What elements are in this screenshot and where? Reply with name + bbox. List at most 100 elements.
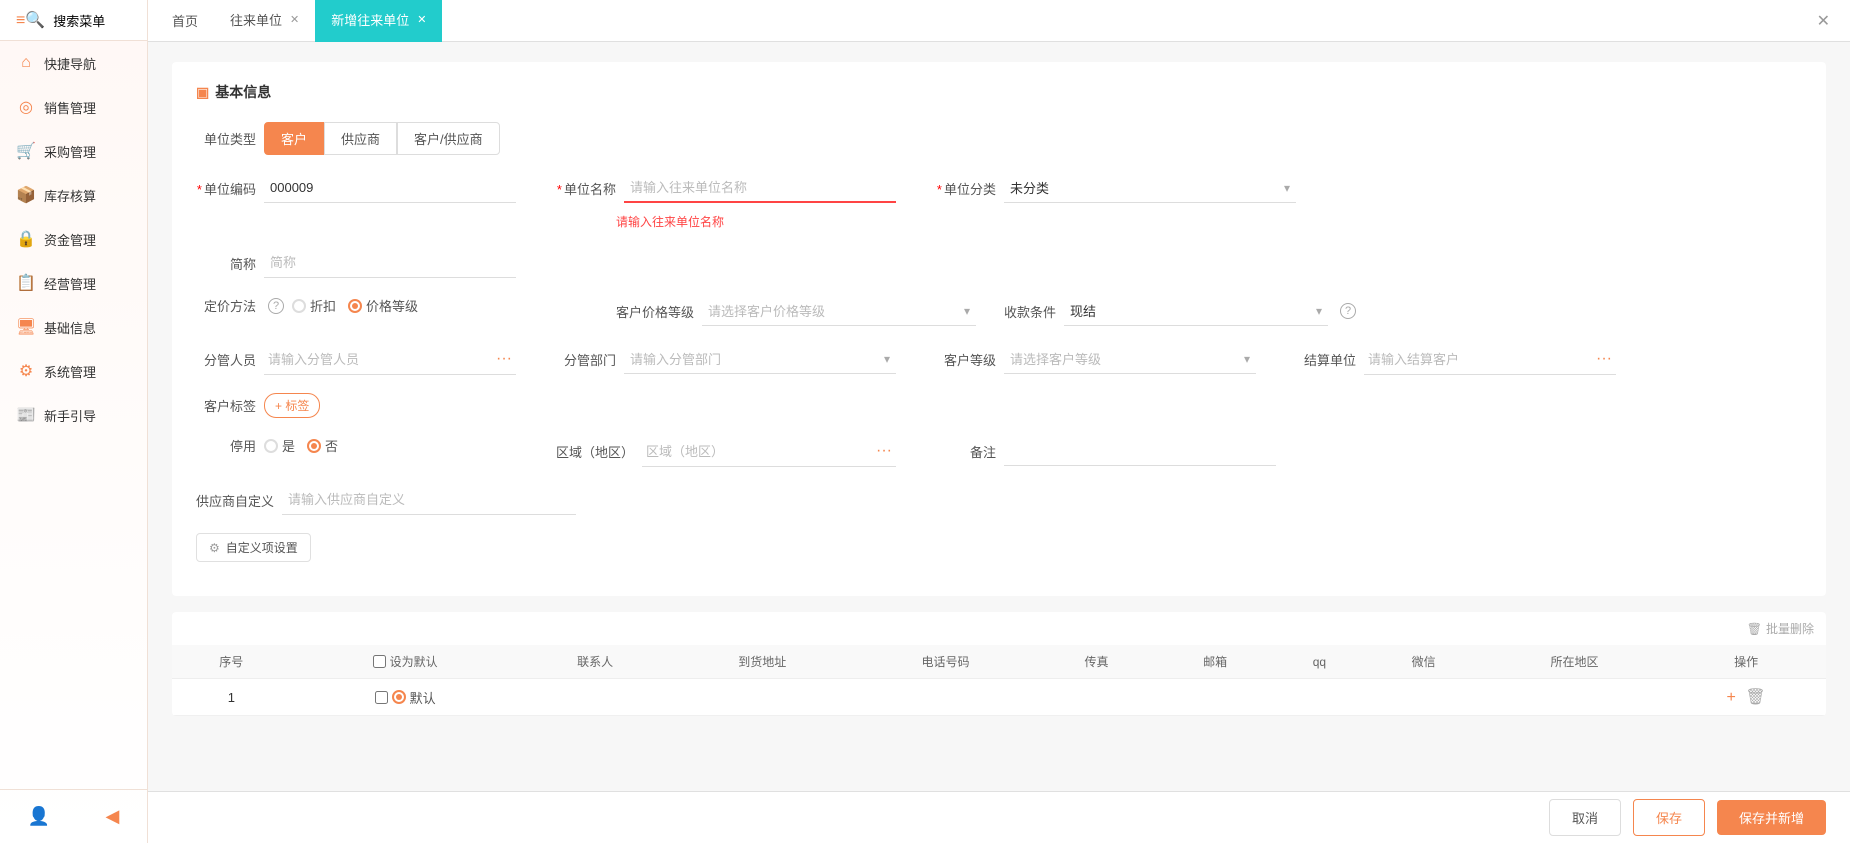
manager-more-btn[interactable]: ··· bbox=[492, 350, 516, 368]
cancel-button[interactable]: 取消 bbox=[1549, 799, 1621, 836]
customer-level-select[interactable]: 请选择客户等级 ▾ bbox=[1004, 344, 1256, 374]
tab-home[interactable]: 首页 bbox=[156, 0, 214, 42]
quick-nav-icon: ⌂ bbox=[16, 53, 36, 73]
section-title: ▣ 基本信息 bbox=[196, 82, 1802, 102]
settlement-more-btn[interactable]: ··· bbox=[1592, 350, 1616, 368]
disabled-label: 停用 bbox=[196, 436, 256, 455]
unit-category-select[interactable]: 未分类 ▾ bbox=[1004, 173, 1296, 203]
type-btn-both[interactable]: 客户/供应商 bbox=[397, 122, 500, 155]
save-new-button[interactable]: 保存并新增 bbox=[1717, 800, 1826, 835]
unit-type-row: 单位类型 客户 供应商 客户/供应商 bbox=[196, 122, 1802, 155]
default-radio[interactable]: 默认 bbox=[392, 688, 436, 707]
settlement-input[interactable] bbox=[1364, 344, 1592, 374]
unit-category-group: *单位分类 未分类 ▾ bbox=[936, 173, 1296, 203]
unit-code-label: *单位编码 bbox=[196, 179, 256, 198]
radio-disabled-yes[interactable]: 是 bbox=[264, 436, 295, 455]
select-all-checkbox[interactable] bbox=[373, 655, 386, 668]
payment-value: 现结 bbox=[1070, 301, 1312, 320]
sidebar-item-system[interactable]: ⚙ 系统管理 bbox=[0, 349, 147, 393]
radio-level[interactable]: 价格等级 bbox=[348, 296, 418, 315]
basic-info-section: ▣ 基本信息 单位类型 客户 供应商 客户/供应商 *单位编 bbox=[172, 62, 1826, 596]
cell-email bbox=[1156, 679, 1275, 716]
area-input-wrapper: ··· bbox=[642, 436, 896, 467]
sidebar-item-label: 经营管理 bbox=[44, 274, 96, 293]
guide-icon: 📰 bbox=[16, 405, 36, 425]
manager-input[interactable] bbox=[264, 344, 492, 374]
supplier-custom-group: 供应商自定义 bbox=[196, 485, 576, 515]
window-close-button[interactable]: ✕ bbox=[1805, 11, 1842, 31]
unit-code-input[interactable] bbox=[264, 173, 516, 203]
default-radio-dot bbox=[396, 694, 402, 700]
area-input[interactable] bbox=[642, 436, 872, 466]
abbr-row: 简称 bbox=[196, 248, 1802, 278]
row-add-btn[interactable]: + bbox=[1726, 689, 1735, 706]
area-more-btn[interactable]: ··· bbox=[872, 442, 896, 460]
radio-level-dot bbox=[352, 303, 358, 309]
search-menu[interactable]: ≡🔍 搜索菜单 bbox=[0, 0, 147, 41]
radio-discount[interactable]: 折扣 bbox=[292, 296, 336, 315]
col-default: 设为默认 bbox=[291, 645, 520, 679]
row-delete-btn[interactable]: 🗑 bbox=[1745, 689, 1765, 706]
col-address: 到货地址 bbox=[671, 645, 854, 679]
sidebar-item-sales[interactable]: ◎ 销售管理 bbox=[0, 85, 147, 129]
disabled-group: 停用 是 否 bbox=[196, 436, 516, 455]
payment-help-icon[interactable]: ? bbox=[1340, 303, 1356, 319]
sidebar-item-purchase[interactable]: 🛒 采购管理 bbox=[0, 129, 147, 173]
sidebar-item-inventory[interactable]: 📦 库存核算 bbox=[0, 173, 147, 217]
payment-group: 收款条件 现结 ▾ ? bbox=[996, 296, 1356, 326]
contacts-table-section: 🗑 批量删除 序号 设为默认 联系人 到货 bbox=[172, 612, 1826, 716]
cell-wechat bbox=[1364, 679, 1483, 716]
cell-address bbox=[671, 679, 854, 716]
area-label: 区域（地区） bbox=[556, 442, 634, 461]
type-btn-customer[interactable]: 客户 bbox=[264, 122, 324, 155]
basic-info-icon: 🖥 bbox=[16, 317, 36, 337]
save-button[interactable]: 保存 bbox=[1633, 799, 1705, 836]
cell-contact bbox=[520, 679, 671, 716]
code-name-category-row: *单位编码 *单位名称 请输入往来单位名称 *单位分类 bbox=[196, 173, 1802, 230]
tab-partner-list[interactable]: 往来单位 ✕ bbox=[214, 0, 315, 42]
footer-bar: 取消 保存 保存并新增 bbox=[148, 791, 1850, 843]
user-icon[interactable]: 👤 bbox=[22, 800, 56, 833]
pricing-help-icon[interactable]: ? bbox=[268, 298, 284, 314]
unit-name-input[interactable] bbox=[624, 173, 896, 203]
tags-group: 客户标签 + 标签 bbox=[196, 393, 1802, 418]
radio-yes-label: 是 bbox=[282, 436, 295, 455]
col-email: 邮箱 bbox=[1156, 645, 1275, 679]
row-checkbox[interactable] bbox=[375, 691, 388, 704]
tab-add-partner-close[interactable]: ✕ bbox=[417, 13, 426, 26]
radio-no-circle bbox=[307, 439, 321, 453]
custom-settings-button[interactable]: ⚙ 自定义项设置 bbox=[196, 533, 311, 562]
abbr-group: 简称 bbox=[196, 248, 516, 278]
supplier-custom-label: 供应商自定义 bbox=[196, 491, 274, 510]
type-btn-supplier[interactable]: 供应商 bbox=[324, 122, 397, 155]
customer-price-label: 客户价格等级 bbox=[616, 302, 694, 321]
radio-disabled-no[interactable]: 否 bbox=[307, 436, 338, 455]
dept-select[interactable]: 请输入分管部门 ▾ bbox=[624, 344, 896, 374]
col-action: 操作 bbox=[1666, 645, 1826, 679]
main-content: 首页 往来单位 ✕ 新增往来单位 ✕ ✕ ▣ 基本信息 单位类型 客户 bbox=[148, 0, 1850, 843]
settlement-label: 结算单位 bbox=[1296, 350, 1356, 369]
sidebar-item-operations[interactable]: 📋 经营管理 bbox=[0, 261, 147, 305]
payment-select[interactable]: 现结 ▾ bbox=[1064, 296, 1328, 326]
payment-chevron: ▾ bbox=[1316, 304, 1322, 318]
sidebar-item-finance[interactable]: 🔒 资金管理 bbox=[0, 217, 147, 261]
add-tag-button[interactable]: + 标签 bbox=[264, 393, 320, 418]
manager-input-wrapper: ··· bbox=[264, 344, 516, 375]
table-header-row: 序号 设为默认 联系人 到货地址 电话号码 传真 邮箱 qq bbox=[172, 645, 1826, 679]
unit-name-group: *单位名称 请输入往来单位名称 bbox=[556, 173, 896, 230]
sidebar-item-guide[interactable]: 📰 新手引导 bbox=[0, 393, 147, 437]
tab-partner-list-close[interactable]: ✕ bbox=[290, 13, 299, 26]
expand-icon[interactable]: ◀ bbox=[99, 800, 125, 833]
sidebar-item-quick-nav[interactable]: ⌂ 快捷导航 bbox=[0, 41, 147, 85]
customer-price-select[interactable]: 请选择客户价格等级 ▾ bbox=[702, 296, 976, 326]
batch-delete-button[interactable]: 🗑 批量删除 bbox=[1747, 620, 1814, 637]
remark-input[interactable] bbox=[1004, 436, 1276, 466]
sidebar-item-basic-info[interactable]: 🖥 基础信息 bbox=[0, 305, 147, 349]
supplier-custom-input[interactable] bbox=[282, 485, 576, 515]
abbr-input[interactable] bbox=[264, 248, 516, 278]
col-phone: 电话号码 bbox=[854, 645, 1037, 679]
remark-label: 备注 bbox=[936, 442, 996, 461]
col-wechat: 微信 bbox=[1364, 645, 1483, 679]
tab-add-partner[interactable]: 新增往来单位 ✕ bbox=[315, 0, 442, 42]
default-radio-circle bbox=[392, 690, 406, 704]
